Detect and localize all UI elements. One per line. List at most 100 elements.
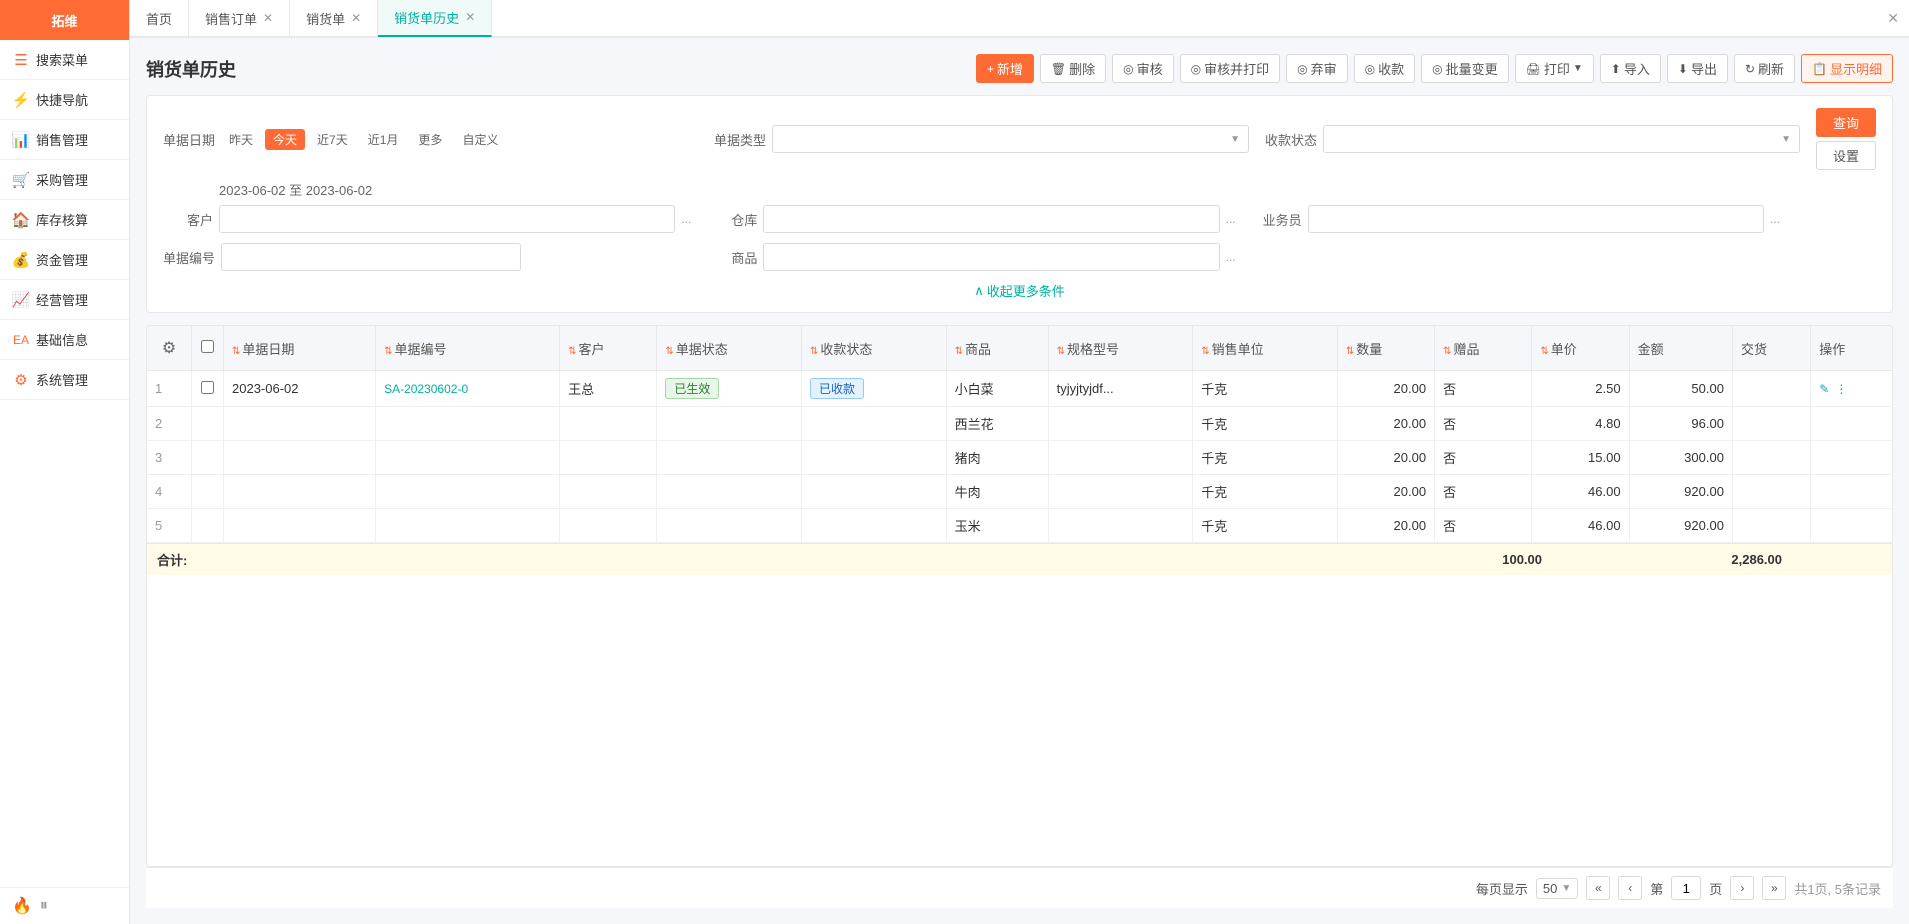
add-button[interactable]: + 新增 — [976, 54, 1034, 83]
per-page-select[interactable]: 50 ▼ — [1536, 878, 1578, 899]
col-spec[interactable]: ⇅规格型号 — [1048, 326, 1193, 371]
tab-sales-history[interactable]: 销货单历史 ✕ — [378, 0, 492, 37]
tab-close-sales-order[interactable]: ✕ — [263, 11, 273, 25]
inventory-calc-icon: 🏠 — [12, 211, 30, 229]
page-total-info: 共1页, 5条记录 — [1794, 879, 1881, 898]
tab-sales-delivery[interactable]: 销货单 ✕ — [290, 0, 378, 37]
sidebar-bottom: 🔥 ⏸ — [0, 887, 129, 924]
receive-button[interactable]: ◎ 收款 — [1354, 54, 1416, 83]
filter-customer-dots[interactable]: ... — [681, 212, 691, 226]
row-action[interactable] — [1811, 441, 1892, 475]
sidebar-item-inventory-calc[interactable]: 🏠 库存核算 — [0, 200, 129, 240]
set-button[interactable]: 设置 — [1816, 141, 1876, 170]
sidebar-item-purchase-mgmt[interactable]: 🛒 采购管理 — [0, 160, 129, 200]
row-pay-status — [801, 475, 946, 509]
col-gift[interactable]: ⇅赠品 — [1435, 326, 1532, 371]
filter-staff-dots[interactable]: ... — [1770, 212, 1780, 226]
audit-print-button[interactable]: ◎ 审核并打印 — [1180, 54, 1281, 83]
collapse-button[interactable]: ∧ 收起更多条件 — [974, 281, 1065, 300]
filter-row-2: 客户 ... 仓库 ... 业务员 ... — [163, 205, 1876, 233]
export-icon: ⬇ — [1678, 62, 1688, 76]
col-pay-status[interactable]: ⇅收款状态 — [801, 326, 946, 371]
doc-no-link[interactable]: SA-20230602-0 — [384, 382, 468, 396]
row-action[interactable] — [1811, 509, 1892, 543]
table-settings-icon[interactable]: ⚙ — [155, 334, 183, 362]
tab-close-all-icon[interactable]: ✕ — [1887, 10, 1899, 27]
table-row: 5 玉米 千克 20.00 否 46.00 920.00 — [147, 509, 1892, 543]
row-doc-no[interactable] — [376, 509, 560, 543]
batch-change-button[interactable]: ◎ 批量变更 — [1421, 54, 1509, 83]
main-area: 首页 销售订单 ✕ 销货单 ✕ 销货单历史 ✕ ✕ 销货单历史 + 新增 — [130, 0, 1909, 924]
row-doc-no[interactable]: SA-20230602-0 — [376, 371, 560, 407]
table-container: ⚙ ⇅单据日期 ⇅单据编号 ⇅客户 — [146, 325, 1893, 867]
sidebar-item-search-menu[interactable]: ☰ 搜索菜单 — [0, 40, 129, 80]
audit-button[interactable]: ◎ 审核 — [1112, 54, 1174, 83]
sidebar-item-ops-mgmt[interactable]: 📈 经营管理 — [0, 280, 129, 320]
filter-customer-input[interactable] — [219, 205, 675, 233]
date-chip-today[interactable]: 今天 — [265, 129, 305, 150]
filter-warehouse-input[interactable] — [763, 205, 1219, 233]
tab-close-sales-history[interactable]: ✕ — [465, 10, 475, 24]
more-action[interactable]: ⋮ — [1835, 382, 1847, 396]
sidebar-bottom-icon1[interactable]: 🔥 — [12, 896, 32, 916]
col-doc-no[interactable]: ⇅单据编号 — [376, 326, 560, 371]
row-action[interactable] — [1811, 407, 1892, 441]
filter-warehouse-dots[interactable]: ... — [1226, 212, 1236, 226]
date-chip-custom[interactable]: 自定义 — [454, 129, 506, 150]
sidebar-item-label-ops-mgmt: 经营管理 — [36, 290, 88, 309]
page-title: 销货单历史 — [146, 56, 236, 82]
sidebar-item-sales-mgmt[interactable]: 📊 销售管理 — [0, 120, 129, 160]
tab-close-sales-delivery[interactable]: ✕ — [351, 11, 361, 25]
sidebar-item-system-mgmt[interactable]: ⚙ 系统管理 — [0, 360, 129, 400]
date-chip-7days[interactable]: 近7天 — [309, 129, 356, 150]
filter-goods-input[interactable] — [763, 243, 1219, 271]
date-chip-more[interactable]: 更多 — [410, 129, 450, 150]
next-page-button[interactable]: › — [1730, 876, 1754, 900]
footer-total-qty: 100.00 — [1422, 552, 1542, 567]
abandon-button[interactable]: ◎ 弃审 — [1286, 54, 1348, 83]
date-chip-yesterday[interactable]: 昨天 — [221, 129, 261, 150]
edit-action[interactable]: ✎ — [1819, 382, 1829, 396]
filter-pay-status-select[interactable]: ▼ — [1323, 125, 1800, 153]
show-details-button[interactable]: 📋 显示明细 — [1801, 54, 1893, 83]
row-doc-no[interactable] — [376, 441, 560, 475]
sidebar-item-finance-mgmt[interactable]: 💰 资金管理 — [0, 240, 129, 280]
filter-pay-status: 收款状态 ▼ — [1265, 125, 1800, 153]
col-price[interactable]: ⇅单价 — [1532, 326, 1629, 371]
row-doc-no[interactable] — [376, 407, 560, 441]
page-number-input[interactable] — [1671, 876, 1701, 900]
print-button[interactable]: 🖨 打印 ▼ — [1515, 54, 1594, 83]
row-doc-no[interactable] — [376, 475, 560, 509]
select-all-checkbox[interactable] — [201, 340, 214, 353]
sidebar-item-quick-nav[interactable]: ⚡ 快捷导航 — [0, 80, 129, 120]
tab-home[interactable]: 首页 — [130, 0, 189, 37]
first-page-button[interactable]: « — [1586, 876, 1610, 900]
sidebar-bottom-icon2[interactable]: ⏸ — [40, 897, 48, 915]
sidebar-item-basic-info[interactable]: EA 基础信息 — [0, 320, 129, 360]
col-goods[interactable]: ⇅商品 — [946, 326, 1048, 371]
col-customer[interactable]: ⇅客户 — [560, 326, 657, 371]
query-button[interactable]: 查询 — [1816, 108, 1876, 137]
filter-doc-no-input[interactable] — [221, 243, 521, 271]
row-action[interactable] — [1811, 475, 1892, 509]
refresh-button[interactable]: ↻ 刷新 — [1734, 54, 1795, 83]
col-date[interactable]: ⇅单据日期 — [224, 326, 376, 371]
col-settings[interactable]: ⚙ — [147, 326, 192, 371]
sales-mgmt-icon: 📊 — [12, 131, 30, 149]
date-chip-1month[interactable]: 近1月 — [360, 129, 407, 150]
row-checkbox[interactable] — [201, 381, 214, 394]
filter-doc-type-select[interactable]: ▼ — [772, 125, 1249, 153]
import-button[interactable]: ⬆ 导入 — [1600, 54, 1661, 83]
last-page-button[interactable]: » — [1762, 876, 1786, 900]
tab-sales-order[interactable]: 销售订单 ✕ — [189, 0, 290, 37]
delete-button[interactable]: 🗑 删除 — [1040, 54, 1106, 83]
col-doc-status[interactable]: ⇅单据状态 — [657, 326, 802, 371]
col-unit[interactable]: ⇅销售单位 — [1193, 326, 1338, 371]
filter-staff-input[interactable] — [1308, 205, 1764, 233]
filter-doc-type-label: 单据类型 — [714, 130, 766, 149]
col-qty[interactable]: ⇅数量 — [1337, 326, 1434, 371]
prev-page-button[interactable]: ‹ — [1618, 876, 1642, 900]
export-button[interactable]: ⬇ 导出 — [1667, 54, 1728, 83]
row-action[interactable]: ✎⋮ — [1811, 371, 1892, 407]
filter-goods-dots[interactable]: ... — [1226, 250, 1236, 264]
